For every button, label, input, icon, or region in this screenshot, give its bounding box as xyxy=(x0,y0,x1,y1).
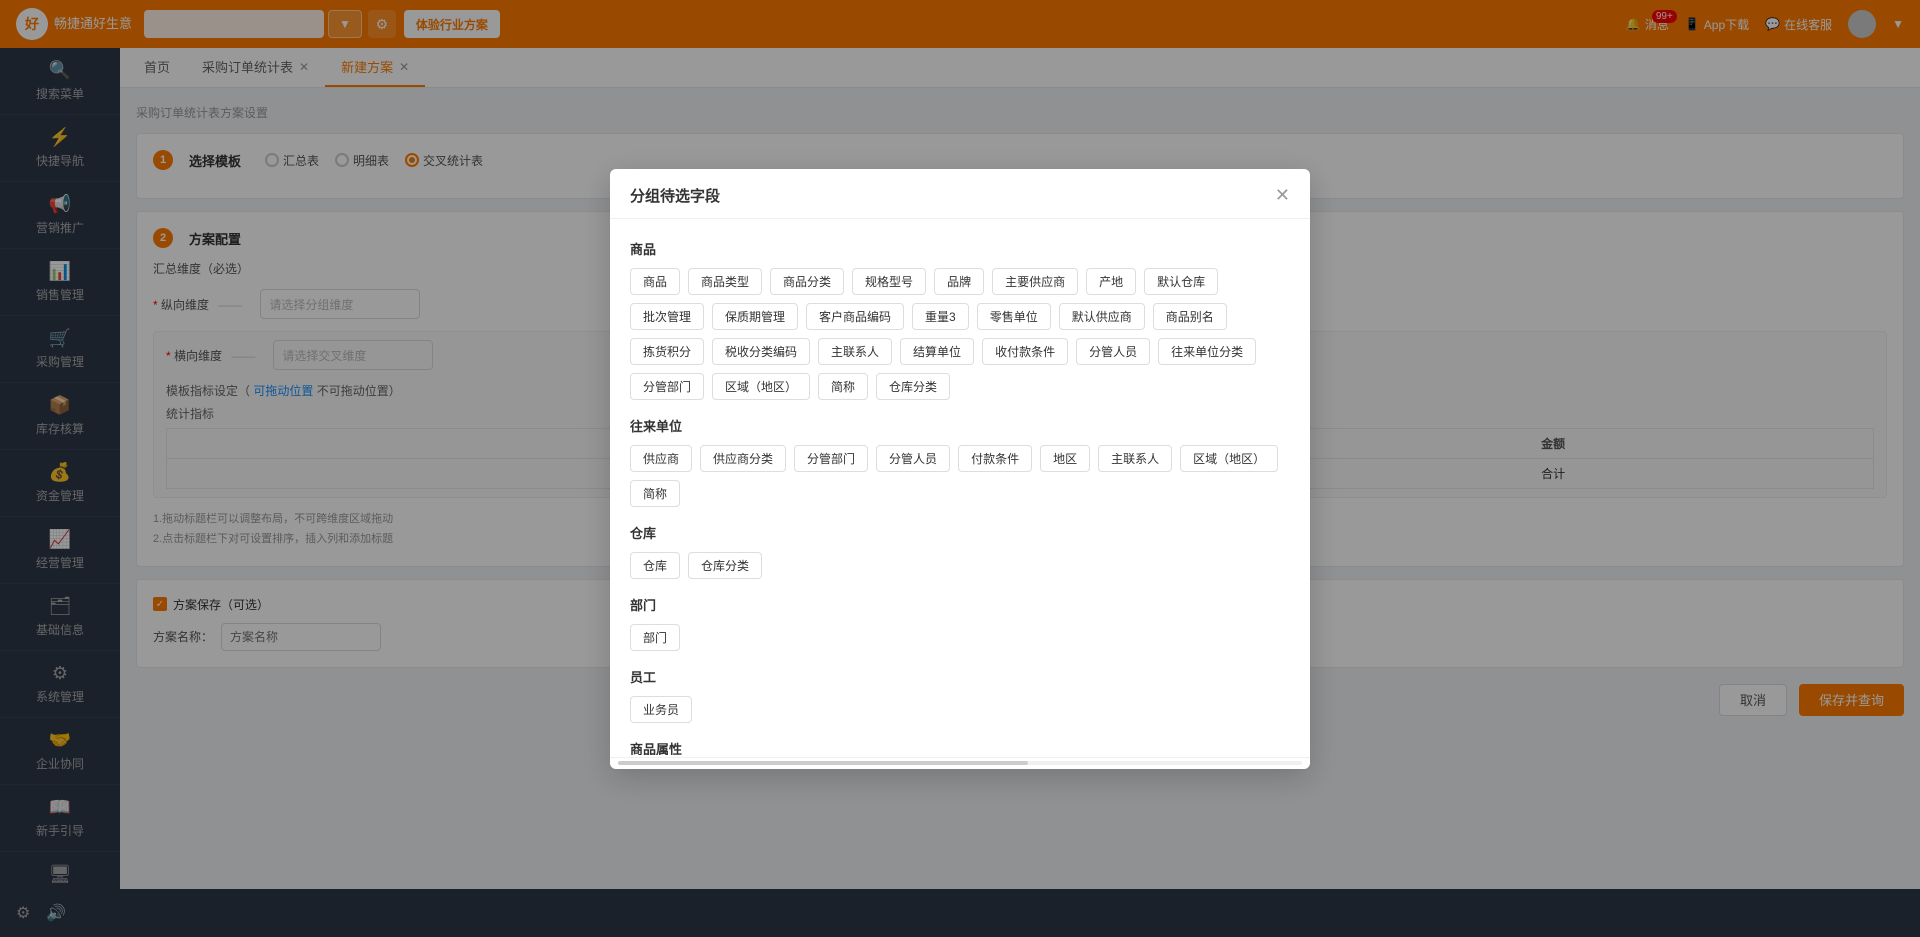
field-chip-4-0[interactable]: 业务员 xyxy=(630,696,692,723)
field-chip-0-1[interactable]: 商品类型 xyxy=(688,268,762,295)
field-chip-0-8[interactable]: 批次管理 xyxy=(630,303,704,330)
modal-close-icon[interactable]: ✕ xyxy=(1275,185,1290,206)
field-chip-1-6[interactable]: 主联系人 xyxy=(1098,445,1172,472)
field-chip-0-16[interactable]: 税收分类编码 xyxy=(712,338,810,365)
field-chip-0-10[interactable]: 客户商品编码 xyxy=(806,303,904,330)
section-title-2: 仓库 xyxy=(630,523,1290,542)
modal-header: 分组待选字段 ✕ xyxy=(610,169,1310,219)
modal-overlay: 分组待选字段 ✕ 商品商品商品类型商品分类规格型号品牌主要供应商产地默认仓库批次… xyxy=(0,0,1920,937)
field-chip-0-11[interactable]: 重量3 xyxy=(912,303,969,330)
field-chip-0-20[interactable]: 分管人员 xyxy=(1076,338,1150,365)
field-chip-0-25[interactable]: 仓库分类 xyxy=(876,373,950,400)
modal-title: 分组待选字段 xyxy=(630,185,720,206)
field-chip-0-15[interactable]: 拣货积分 xyxy=(630,338,704,365)
field-chip-1-4[interactable]: 付款条件 xyxy=(958,445,1032,472)
section-title-4: 员工 xyxy=(630,667,1290,686)
field-chip-2-1[interactable]: 仓库分类 xyxy=(688,552,762,579)
field-chip-0-7[interactable]: 默认仓库 xyxy=(1144,268,1218,295)
section-title-3: 部门 xyxy=(630,595,1290,614)
field-chip-0-3[interactable]: 规格型号 xyxy=(852,268,926,295)
field-chip-0-6[interactable]: 产地 xyxy=(1086,268,1136,295)
field-chip-0-12[interactable]: 零售单位 xyxy=(977,303,1051,330)
field-chip-0-13[interactable]: 默认供应商 xyxy=(1059,303,1145,330)
modal-scroll-area: 商品商品商品类型商品分类规格型号品牌主要供应商产地默认仓库批次管理保质期管理客户… xyxy=(630,235,1290,755)
field-chip-0-19[interactable]: 收付款条件 xyxy=(982,338,1068,365)
section-chips-1: 供应商供应商分类分管部门分管人员付款条件地区主联系人区域（地区） 简称 xyxy=(630,445,1290,507)
field-chip-0-14[interactable]: 商品别名 xyxy=(1153,303,1227,330)
field-chip-1-0[interactable]: 供应商 xyxy=(630,445,692,472)
field-chip-0-24[interactable]: 简称 xyxy=(818,373,868,400)
section-chips-3: 部门 xyxy=(630,624,1290,651)
field-chip-0-0[interactable]: 商品 xyxy=(630,268,680,295)
field-chip-0-23[interactable]: 区域（地区） xyxy=(712,373,810,400)
field-chip-1-2[interactable]: 分管部门 xyxy=(794,445,868,472)
field-chip-0-2[interactable]: 商品分类 xyxy=(770,268,844,295)
field-chip-1-5[interactable]: 地区 xyxy=(1040,445,1090,472)
field-chip-1-3[interactable]: 分管人员 xyxy=(876,445,950,472)
modal-horizontal-scrollbar[interactable] xyxy=(610,757,1310,769)
section-title-0: 商品 xyxy=(630,239,1290,258)
field-chip-1-7[interactable]: 区域（地区） xyxy=(1180,445,1278,472)
section-chips-4: 业务员 xyxy=(630,696,1290,723)
section-chips-2: 仓库仓库分类 xyxy=(630,552,1290,579)
section-chips-0: 商品商品类型商品分类规格型号品牌主要供应商产地默认仓库批次管理保质期管理客户商品… xyxy=(630,268,1290,400)
section-title-1: 往来单位 xyxy=(630,416,1290,435)
field-chip-0-4[interactable]: 品牌 xyxy=(934,268,984,295)
field-chip-0-9[interactable]: 保质期管理 xyxy=(712,303,798,330)
field-chip-0-22[interactable]: 分管部门 xyxy=(630,373,704,400)
field-chip-0-17[interactable]: 主联系人 xyxy=(818,338,892,365)
field-select-modal: 分组待选字段 ✕ 商品商品商品类型商品分类规格型号品牌主要供应商产地默认仓库批次… xyxy=(610,169,1310,769)
field-chip-0-18[interactable]: 结算单位 xyxy=(900,338,974,365)
field-chip-2-0[interactable]: 仓库 xyxy=(630,552,680,579)
field-chip-0-21[interactable]: 往来单位分类 xyxy=(1158,338,1256,365)
modal-body: 商品商品商品类型商品分类规格型号品牌主要供应商产地默认仓库批次管理保质期管理客户… xyxy=(610,219,1310,757)
field-chip-1-8[interactable]: 简称 xyxy=(630,480,680,507)
field-chip-3-0[interactable]: 部门 xyxy=(630,624,680,651)
section-title-5: 商品属性 xyxy=(630,739,1290,755)
field-chip-0-5[interactable]: 主要供应商 xyxy=(992,268,1078,295)
field-chip-1-1[interactable]: 供应商分类 xyxy=(700,445,786,472)
